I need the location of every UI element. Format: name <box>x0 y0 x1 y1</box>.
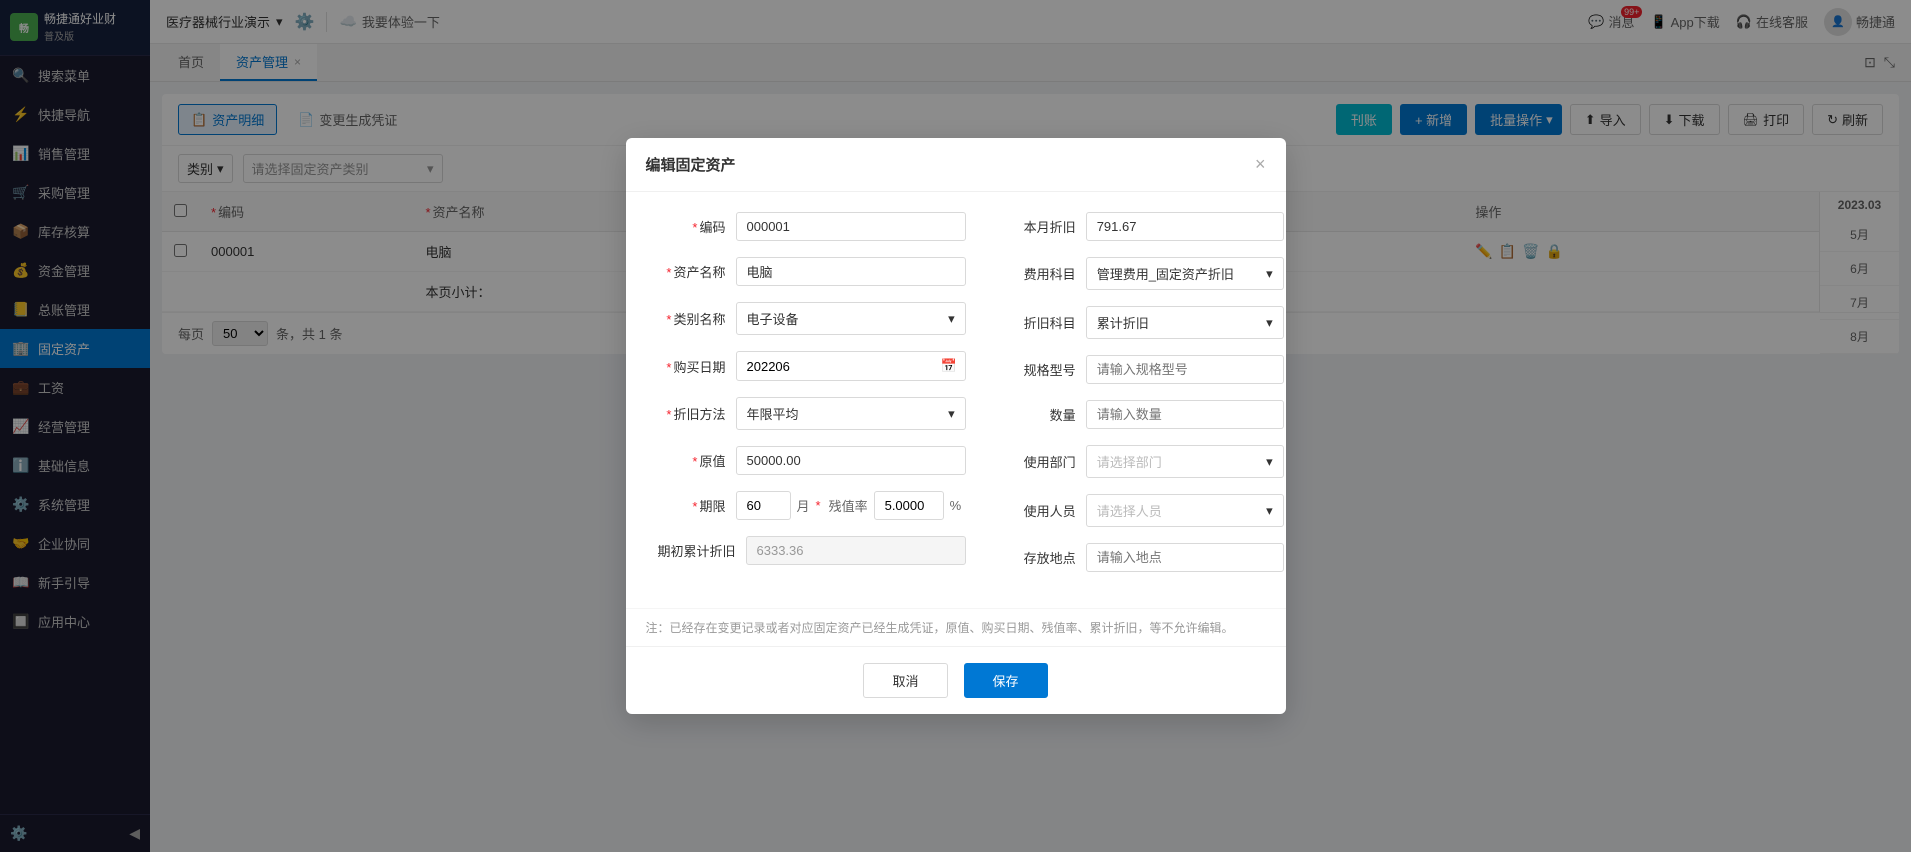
dep-method-label: *折旧方法 <box>646 404 726 423</box>
user-select-icon: ▾ <box>1266 503 1273 519</box>
monthly-dep-input[interactable] <box>1086 212 1284 241</box>
modal-overlay: 编辑固定资产 × *编码 *资产名称 <box>0 0 1911 852</box>
form-row-purchase-date: *购买日期 📅 <box>646 351 966 381</box>
storage-input[interactable] <box>1086 543 1284 572</box>
spec-model-label: 规格型号 <box>996 360 1076 379</box>
modal-close-button[interactable]: × <box>1255 154 1266 175</box>
use-department-label: 使用部门 <box>996 452 1076 471</box>
period-months-input[interactable] <box>736 491 791 520</box>
purchase-date-input[interactable] <box>737 353 933 380</box>
category-select[interactable]: 电子设备 ▾ <box>736 302 966 335</box>
monthly-dep-label: 本月折旧 <box>996 217 1076 236</box>
modal-note: 注：已经存在变更记录或者对应固定资产已经生成凭证，原值、购买日期、残值率、累计折… <box>626 608 1286 646</box>
form-row-quantity: 数量 <box>996 400 1284 429</box>
original-value-label: *原值 <box>646 451 726 470</box>
dep-account-value: 累计折旧 <box>1097 313 1149 332</box>
dep-account-select[interactable]: 累计折旧 ▾ <box>1086 306 1284 339</box>
user-placeholder: 请选择人员 <box>1097 501 1162 520</box>
expense-account-value: 管理费用_固定资产折旧 <box>1097 264 1234 283</box>
modal-left-column: *编码 *资产名称 *类别名称 电子设备 <box>646 212 966 588</box>
code-label: *编码 <box>646 217 726 236</box>
category-label: *类别名称 <box>646 309 726 328</box>
use-department-icon: ▾ <box>1266 454 1273 470</box>
category-select-value: 电子设备 <box>747 309 799 328</box>
initial-acc-dep-input[interactable] <box>746 536 966 565</box>
residual-rate-input[interactable] <box>874 491 944 520</box>
residual-rate-label: 残值率 <box>829 496 868 515</box>
form-row-category: *类别名称 电子设备 ▾ <box>646 302 966 335</box>
dep-account-label: 折旧科目 <box>996 313 1076 332</box>
period-label: *期限 <box>646 496 726 515</box>
purchase-date-label: *购买日期 <box>646 357 726 376</box>
form-row-expense-account: 费用科目 管理费用_固定资产折旧 ▾ <box>996 257 1284 290</box>
form-row-asset-name: *资产名称 <box>646 257 966 286</box>
calendar-icon[interactable]: 📅 <box>933 352 965 380</box>
purchase-date-wrapper: 📅 <box>736 351 966 381</box>
initial-acc-dep-label: 期初累计折旧 <box>646 541 736 560</box>
percent-unit: % <box>950 498 962 513</box>
form-row-initial-acc-dep: 期初累计折旧 <box>646 536 966 565</box>
dep-account-icon: ▾ <box>1266 315 1273 331</box>
dep-method-select[interactable]: 年限平均 ▾ <box>736 397 966 430</box>
form-row-user: 使用人员 请选择人员 ▾ <box>996 494 1284 527</box>
quantity-input[interactable] <box>1086 400 1284 429</box>
spec-model-input[interactable] <box>1086 355 1284 384</box>
form-row-storage: 存放地点 <box>996 543 1284 572</box>
use-department-placeholder: 请选择部门 <box>1097 452 1162 471</box>
form-row-use-department: 使用部门 请选择部门 ▾ <box>996 445 1284 478</box>
expense-account-icon: ▾ <box>1266 266 1273 282</box>
period-inline: 月 * 残值率 % <box>736 491 966 520</box>
user-select[interactable]: 请选择人员 ▾ <box>1086 494 1284 527</box>
expense-account-label: 费用科目 <box>996 264 1076 283</box>
quantity-label: 数量 <box>996 405 1076 424</box>
form-row-original-value: *原值 <box>646 446 966 475</box>
residual-required: * <box>816 498 821 513</box>
cancel-button[interactable]: 取消 <box>863 663 947 698</box>
expense-account-select[interactable]: 管理费用_固定资产折旧 ▾ <box>1086 257 1284 290</box>
modal-footer: 取消 保存 <box>626 646 1286 714</box>
form-row-monthly-dep: 本月折旧 <box>996 212 1284 241</box>
use-department-select[interactable]: 请选择部门 ▾ <box>1086 445 1284 478</box>
modal-body: *编码 *资产名称 *类别名称 电子设备 <box>626 192 1286 608</box>
code-input[interactable] <box>736 212 966 241</box>
form-row-spec-model: 规格型号 <box>996 355 1284 384</box>
original-value-input[interactable] <box>736 446 966 475</box>
modal-note-text: 注：已经存在变更记录或者对应固定资产已经生成凭证，原值、购买日期、残值率、累计折… <box>646 621 1234 635</box>
months-unit: 月 <box>797 496 810 515</box>
asset-name-input[interactable] <box>736 257 966 286</box>
form-row-code: *编码 <box>646 212 966 241</box>
dep-method-value: 年限平均 <box>747 404 799 423</box>
modal-right-column: 本月折旧 费用科目 管理费用_固定资产折旧 ▾ 折旧科目 累计折旧 <box>996 212 1284 588</box>
asset-name-label: *资产名称 <box>646 262 726 281</box>
edit-asset-modal: 编辑固定资产 × *编码 *资产名称 <box>626 138 1286 714</box>
modal-header: 编辑固定资产 × <box>626 138 1286 192</box>
form-row-dep-method: *折旧方法 年限平均 ▾ <box>646 397 966 430</box>
form-row-dep-account: 折旧科目 累计折旧 ▾ <box>996 306 1284 339</box>
form-row-period: *期限 月 * 残值率 % <box>646 491 966 520</box>
save-button[interactable]: 保存 <box>964 663 1048 698</box>
category-select-icon: ▾ <box>948 311 955 327</box>
modal-title: 编辑固定资产 <box>646 154 736 175</box>
dep-method-icon: ▾ <box>948 406 955 422</box>
user-label: 使用人员 <box>996 501 1076 520</box>
storage-label: 存放地点 <box>996 548 1076 567</box>
